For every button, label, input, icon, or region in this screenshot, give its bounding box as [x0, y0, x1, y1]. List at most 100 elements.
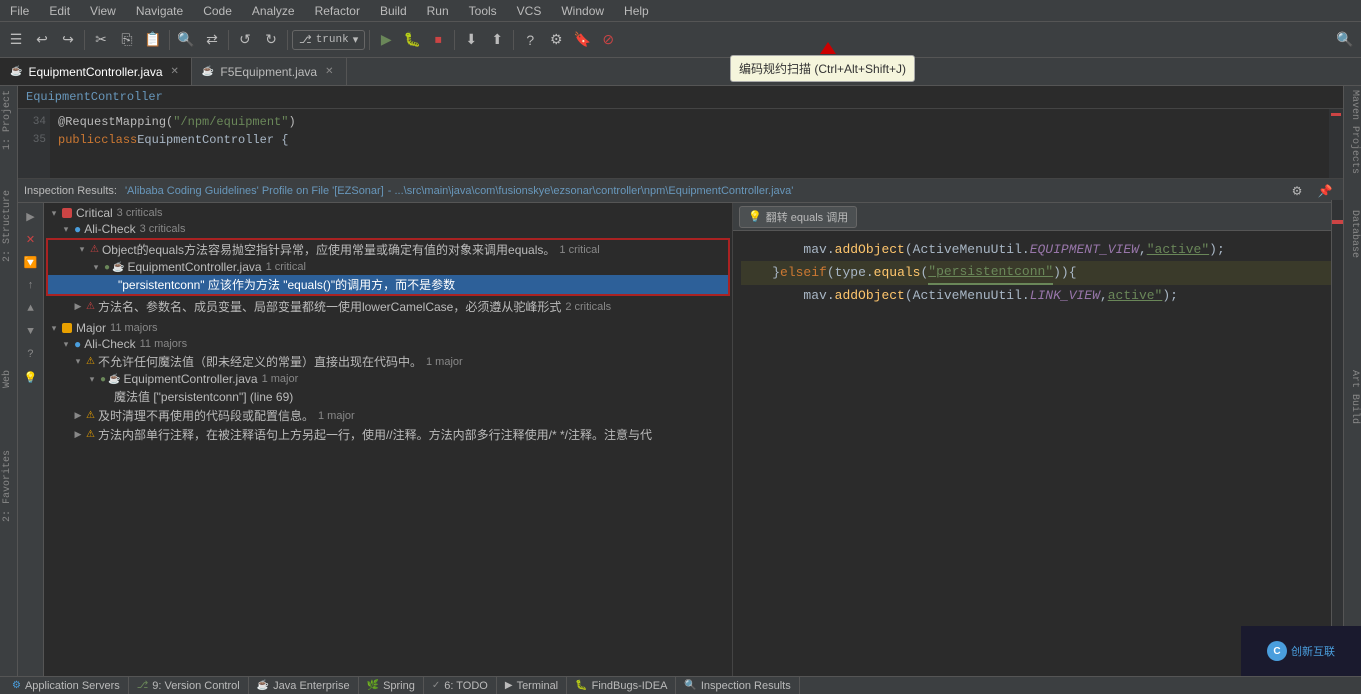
toolbar-undo-btn[interactable]: ↺: [233, 28, 257, 52]
status-java-enterprise[interactable]: ☕ Java Enterprise: [249, 677, 359, 694]
toolbar-debug-btn[interactable]: 🐛: [400, 28, 424, 52]
right-code-view[interactable]: mav.addObject(ActiveMenuUtil.EQUIPMENT_V…: [733, 231, 1343, 676]
action-equals-btn[interactable]: 💡 翻转 equals 调用: [739, 206, 857, 228]
critical-rule-2[interactable]: ▶ ⚠ 方法名、参数名、成员变量、局部变量都统一使用lowerCamelCase…: [44, 297, 732, 316]
tree-filter-btn[interactable]: 🔽: [21, 253, 41, 273]
menu-code[interactable]: Code: [197, 2, 238, 20]
status-spring[interactable]: 🌿 Spring: [359, 677, 424, 694]
tab-close-2[interactable]: ✕: [323, 65, 335, 78]
vcs-branch[interactable]: ⎇ trunk ▾: [292, 30, 365, 50]
tree-collapse-all-btn[interactable]: ✕: [21, 230, 41, 250]
major-rule3-severity-icon: ⚠: [86, 429, 95, 440]
line-num-35: 35: [22, 131, 46, 149]
toolbar-vcs-commit-btn[interactable]: ⬆: [485, 28, 509, 52]
tab-f5equipment[interactable]: ☕ F5Equipment.java ✕: [192, 58, 347, 85]
toolbar-search-everywhere-btn[interactable]: 🔍: [1333, 28, 1357, 52]
inspection-pin-btn[interactable]: 📌: [1313, 179, 1337, 203]
menu-analyze[interactable]: Analyze: [246, 2, 301, 20]
menu-refactor[interactable]: Refactor: [309, 2, 366, 20]
menu-tools[interactable]: Tools: [463, 2, 503, 20]
toolbar-menu-btn[interactable]: ☰: [4, 28, 28, 52]
toolbar-forward-btn[interactable]: ↪: [56, 28, 80, 52]
major-rule2-expand: ▶: [72, 410, 84, 422]
major-header[interactable]: ▾ Major 11 majors: [44, 320, 732, 336]
critical-rule-1[interactable]: ▾ ⚠ Object的equals方法容易抛空指针异常，应使用常量或确定有值的对…: [48, 240, 728, 259]
sidebar-database-label[interactable]: Database: [1344, 206, 1361, 262]
toolbar-paste-btn[interactable]: 📋: [141, 28, 165, 52]
right-scrollbar[interactable]: [1331, 203, 1343, 676]
rule1-issue[interactable]: "persistentconn" 应该作为方法 "equals()"的调用方，而…: [48, 275, 728, 294]
major-issue-1[interactable]: 魔法值 ["persistentconn"] (line 69): [44, 387, 732, 406]
status-app-servers[interactable]: ⚙ Application Servers: [4, 677, 129, 694]
toolbar-copy-btn[interactable]: ⎘: [115, 28, 139, 52]
toolbar-run-btn[interactable]: ▶: [374, 28, 398, 52]
toolbar-vcs-update-btn[interactable]: ⬇: [459, 28, 483, 52]
version-control-icon: ⎇: [137, 680, 149, 691]
major-rule-3[interactable]: ▶ ⚠ 方法内部单行注释，在被注释语句上方另起一行，使用//注释。方法内部多行注…: [44, 425, 732, 444]
tree-up-btn[interactable]: ▲: [21, 299, 41, 319]
status-version-control[interactable]: ⎇ 9: Version Control: [129, 677, 249, 694]
toolbar-cut-btn[interactable]: ✂: [89, 28, 113, 52]
major-rule-1[interactable]: ▾ ⚠ 不允许任何魔法值（即未经定义的常量）直接出现在代码中。 1 major: [44, 352, 732, 371]
major-rule-2[interactable]: ▶ ⚠ 及时清理不再使用的代码段或配置信息。 1 major: [44, 406, 732, 425]
rule1-issue-expand: [104, 279, 116, 291]
menu-file[interactable]: File: [4, 2, 35, 20]
code-editor[interactable]: @RequestMapping("/npm/equipment") public…: [50, 109, 1329, 178]
toolbar-replace-btn[interactable]: ⇄: [200, 28, 224, 52]
toolbar-search-btn[interactable]: 🔍: [174, 28, 198, 52]
tree-help-btn[interactable]: ?: [21, 345, 41, 365]
status-terminal-label: Terminal: [517, 680, 559, 692]
status-inspection-label: Inspection Results: [701, 680, 791, 692]
sidebar-artbuild-label[interactable]: Art Build: [1344, 366, 1361, 428]
toolbar-help-btn[interactable]: ?: [518, 28, 542, 52]
critical-expand-icon: ▾: [48, 207, 60, 219]
sidebar-project-label[interactable]: 1: Project: [0, 86, 18, 154]
menu-vcs[interactable]: VCS: [511, 2, 548, 20]
toolbar-redo-btn[interactable]: ↻: [259, 28, 283, 52]
toolbar-settings-btn[interactable]: ⚙: [544, 28, 568, 52]
kw-class: class: [101, 131, 137, 149]
tooltip-text: 编码规约扫描 (Ctrl+Alt+Shift+J): [739, 62, 906, 76]
branch-name: trunk: [316, 34, 349, 46]
ali-check-critical[interactable]: ▾ ● Ali-Check 3 criticals: [44, 221, 732, 237]
menu-edit[interactable]: Edit: [43, 2, 76, 20]
menu-run[interactable]: Run: [421, 2, 455, 20]
inspection-path: - ...\src\main\java\com\fusionskye\ezson…: [388, 185, 794, 197]
mav-text-1: mav.: [803, 239, 834, 261]
toolbar-inspect-btn[interactable]: 🔖: [570, 28, 594, 52]
ali-check-major[interactable]: ▾ ● Ali-Check 11 majors: [44, 336, 732, 352]
tab-close-1[interactable]: ✕: [169, 65, 181, 78]
link-view-const: LINK_VIEW: [1030, 285, 1100, 307]
tab-equipment-controller[interactable]: ☕ EquipmentController.java ✕: [0, 58, 192, 85]
menu-window[interactable]: Window: [555, 2, 610, 20]
tree-down-btn[interactable]: ▼: [21, 322, 41, 342]
tree-hint-btn[interactable]: 💡: [21, 368, 41, 388]
status-todo[interactable]: ✓ 6: TODO: [424, 677, 497, 694]
major-rule1-text: 不允许任何魔法值（即未经定义的常量）直接出现在代码中。: [98, 353, 422, 370]
tree-export-btn[interactable]: ↑: [21, 276, 41, 296]
status-inspection-results[interactable]: 🔍 Inspection Results: [676, 677, 799, 694]
tree-expand-all-btn[interactable]: ▶: [21, 207, 41, 227]
inspection-label: Inspection Results:: [24, 185, 117, 197]
sidebar-favorites-label[interactable]: 2: Favorites: [0, 446, 18, 526]
menu-build[interactable]: Build: [374, 2, 413, 20]
sidebar-structure-label[interactable]: 2: Structure: [0, 186, 18, 266]
tab-java-icon-2: ☕: [202, 66, 214, 77]
inspection-settings-btn[interactable]: ⚙: [1285, 179, 1309, 203]
menu-view[interactable]: View: [84, 2, 122, 20]
menu-help[interactable]: Help: [618, 2, 655, 20]
sidebar-web-label[interactable]: Web: [0, 366, 18, 392]
status-findbugs[interactable]: 🐛 FindBugs-IDEA: [567, 677, 676, 694]
menu-navigate[interactable]: Navigate: [130, 2, 189, 20]
toolbar-stop-btn[interactable]: ⏹: [426, 28, 450, 52]
toolbar-back-btn[interactable]: ↩: [30, 28, 54, 52]
toolbar-cancel-btn[interactable]: ⊘: [596, 28, 620, 52]
rule1-file[interactable]: ▾ ● ☕ EquipmentController.java 1 critica…: [48, 259, 728, 275]
status-app-servers-label: Application Servers: [25, 680, 120, 692]
rule2-text: 方法名、参数名、成员变量、局部变量都统一使用lowerCamelCase，必须遵…: [98, 298, 561, 315]
status-terminal[interactable]: ▶ Terminal: [497, 677, 567, 694]
major-rule1-file[interactable]: ▾ ● ☕ EquipmentController.java 1 major: [44, 371, 732, 387]
sidebar-maven-label[interactable]: Maven Projects: [1344, 86, 1361, 178]
paren1: (: [905, 239, 913, 261]
critical-header[interactable]: ▾ Critical 3 criticals: [44, 205, 732, 221]
